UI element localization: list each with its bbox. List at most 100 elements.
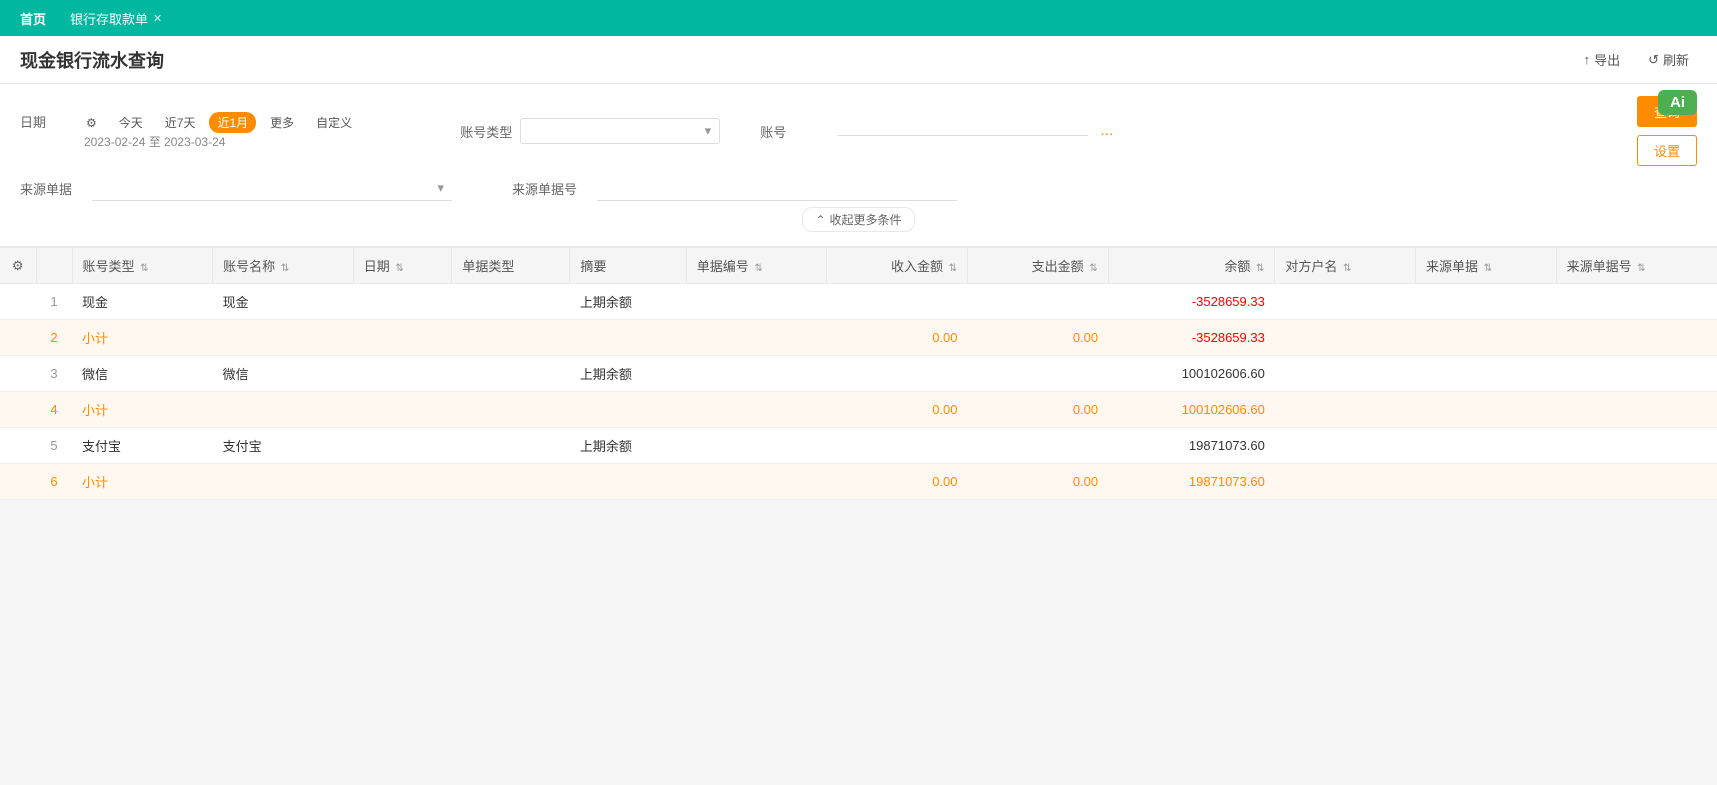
row-source-doc-cell	[1415, 428, 1556, 464]
row-account-name-cell: 微信	[213, 356, 354, 392]
source-doc-dropdown-icon: ▾	[437, 180, 444, 196]
col-account-type[interactable]: 账号类型 ⇅	[72, 248, 213, 284]
table-header-row: ⚙ 账号类型 ⇅ 账号名称 ⇅ 日期 ⇅ 单据类型 摘要 单据编号 ⇅ 收入金额…	[0, 248, 1717, 284]
col-source-doc[interactable]: 来源单据 ⇅	[1415, 248, 1556, 284]
table-container: ⚙ 账号类型 ⇅ 账号名称 ⇅ 日期 ⇅ 单据类型 摘要 单据编号 ⇅ 收入金额…	[0, 247, 1717, 500]
top-nav: 首页 收款单✕付款单✕其他收入单✕应收应付调整单✕银行存取款单✕预收冲应收单✕收…	[0, 0, 1717, 36]
nav-home[interactable]: 首页	[8, 0, 58, 36]
dropdown-icon: ▾	[705, 123, 712, 139]
date-options: ⚙ 今天 近7天 近1月 更多 自定义	[78, 112, 360, 133]
date-btn-custom[interactable]: 自定义	[308, 112, 360, 133]
col-doc-num[interactable]: 单据编号 ⇅	[686, 248, 827, 284]
row-settings-cell	[0, 284, 36, 320]
export-button[interactable]: ↑ 导出	[1576, 46, 1629, 73]
row-doc-num-cell	[686, 356, 827, 392]
nav-tab-银行存取款单[interactable]: 银行存取款单✕	[58, 0, 200, 36]
row-expense-cell: 0.00	[968, 320, 1109, 356]
row-summary-cell	[570, 392, 686, 428]
row-source-doc-num-cell	[1556, 428, 1717, 464]
row-income-cell	[827, 356, 968, 392]
collapse-button[interactable]: ⌃ 收起更多条件	[802, 207, 914, 232]
account-more-button[interactable]: ...	[1100, 122, 1113, 140]
row-doc-num-cell	[686, 428, 827, 464]
table-row: 4 小计 0.00 0.00 100102606.60	[0, 392, 1717, 428]
row-doc-type-cell	[452, 284, 570, 320]
row-income-cell: 0.00	[827, 392, 968, 428]
row-account-name-cell: 支付宝	[213, 428, 354, 464]
col-source-doc-num[interactable]: 来源单据号 ⇅	[1556, 248, 1717, 284]
col-doc-type: 单据类型	[452, 248, 570, 284]
header-actions: ↑ 导出 ↺ 刷新	[1576, 46, 1697, 73]
row-settings-cell	[0, 428, 36, 464]
source-doc-select[interactable]: ▾	[92, 176, 452, 201]
row-source-doc-num-cell	[1556, 356, 1717, 392]
date-btn-today[interactable]: 今天	[111, 112, 151, 133]
date-btn-7days[interactable]: 近7天	[157, 112, 204, 133]
row-date-cell	[353, 356, 452, 392]
collapse-icon: ⌃	[815, 213, 825, 227]
date-btn-yesterday[interactable]: ⚙	[78, 114, 105, 132]
col-expense[interactable]: 支出金额 ⇅	[968, 248, 1109, 284]
row-balance-cell: 100102606.60	[1108, 392, 1275, 428]
row-doc-type-cell	[452, 464, 570, 500]
col-summary: 摘要	[570, 248, 686, 284]
row-doc-type-cell	[452, 356, 570, 392]
row-counterparty-cell	[1275, 428, 1416, 464]
col-account-name[interactable]: 账号名称 ⇅	[213, 248, 354, 284]
row-doc-num-cell	[686, 464, 827, 500]
account-label: 账号	[760, 122, 810, 141]
tab-close-icon[interactable]: ✕	[153, 12, 162, 25]
col-settings[interactable]: ⚙	[0, 248, 36, 284]
row-num-cell: 5	[36, 428, 72, 464]
row-num-cell: 4	[36, 392, 72, 428]
row-num-cell: 1	[36, 284, 72, 320]
row-expense-cell	[968, 356, 1109, 392]
row-expense-cell: 0.00	[968, 464, 1109, 500]
row-account-type-cell: 小计	[72, 320, 213, 356]
row-counterparty-cell	[1275, 464, 1416, 500]
nav-tabs: 收款单✕付款单✕其他收入单✕应收应付调整单✕银行存取款单✕预收冲应收单✕收款核销…	[58, 0, 200, 36]
date-btn-more[interactable]: 更多	[262, 112, 302, 133]
source-doc-num-input[interactable]	[597, 177, 957, 201]
export-icon: ↑	[1584, 52, 1591, 67]
refresh-button[interactable]: ↺ 刷新	[1640, 46, 1697, 73]
col-income[interactable]: 收入金额 ⇅	[827, 248, 968, 284]
col-date[interactable]: 日期 ⇅	[353, 248, 452, 284]
row-expense-cell	[968, 428, 1109, 464]
row-doc-num-cell	[686, 284, 827, 320]
row-summary-cell: 上期余额	[570, 284, 686, 320]
row-counterparty-cell	[1275, 320, 1416, 356]
row-settings-cell	[0, 320, 36, 356]
date-btn-1month[interactable]: 近1月	[209, 112, 256, 133]
row-expense-cell	[968, 284, 1109, 320]
row-num-cell: 6	[36, 464, 72, 500]
table-row: 2 小计 0.00 0.00 -3528659.33	[0, 320, 1717, 356]
row-income-cell: 0.00	[827, 320, 968, 356]
row-source-doc-num-cell	[1556, 284, 1717, 320]
table-row: 6 小计 0.00 0.00 19871073.60	[0, 464, 1717, 500]
account-type-select[interactable]: ▾	[520, 118, 720, 144]
ai-badge[interactable]: Ai	[1658, 90, 1697, 115]
refresh-icon: ↺	[1648, 52, 1659, 68]
row-date-cell	[353, 320, 452, 356]
row-counterparty-cell	[1275, 392, 1416, 428]
date-label: 日期	[20, 112, 70, 131]
settings-button[interactable]: 设置	[1637, 135, 1697, 166]
row-source-doc-num-cell	[1556, 464, 1717, 500]
account-select[interactable]	[838, 127, 1088, 136]
row-summary-cell	[570, 320, 686, 356]
row-date-cell	[353, 392, 452, 428]
row-doc-num-cell	[686, 392, 827, 428]
row-income-cell: 0.00	[827, 464, 968, 500]
col-counterparty[interactable]: 对方户名 ⇅	[1275, 248, 1416, 284]
row-source-doc-cell	[1415, 320, 1556, 356]
row-balance-cell: 19871073.60	[1108, 428, 1275, 464]
collapse-label: 收起更多条件	[830, 211, 902, 228]
row-account-name-cell	[213, 392, 354, 428]
row-settings-cell	[0, 464, 36, 500]
row-settings-cell	[0, 356, 36, 392]
row-date-cell	[353, 464, 452, 500]
row-date-cell	[353, 284, 452, 320]
date-range: 2023-02-24 至 2023-03-24	[84, 133, 360, 150]
col-balance[interactable]: 余额 ⇅	[1108, 248, 1275, 284]
